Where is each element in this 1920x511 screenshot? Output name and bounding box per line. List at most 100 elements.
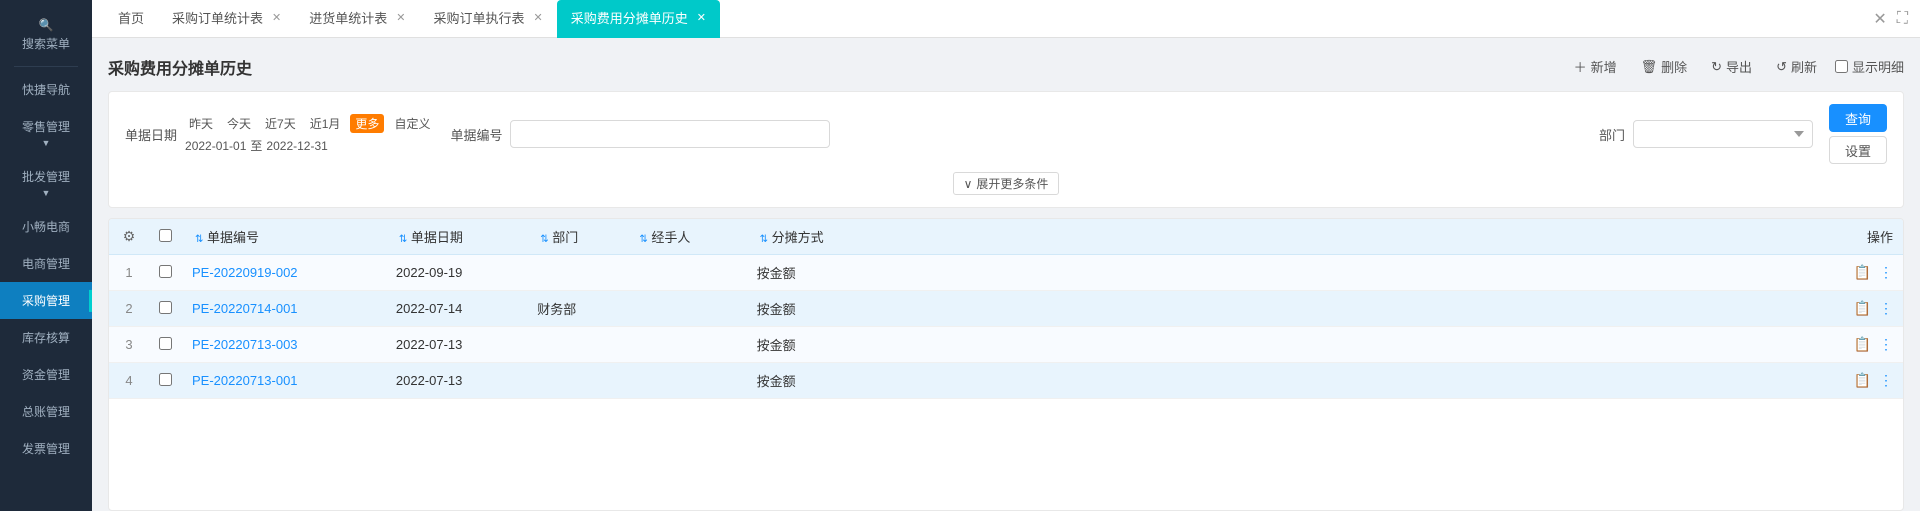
- sidebar-item-label: 零售管理: [22, 118, 70, 135]
- view-icon[interactable]: 📋: [1854, 372, 1871, 389]
- row-dept: [527, 255, 626, 291]
- shortcut-custom[interactable]: 自定义: [390, 114, 434, 133]
- row-checkbox[interactable]: [159, 337, 172, 350]
- query-button[interactable]: 查询: [1829, 104, 1887, 132]
- row-checkbox-cell: [149, 255, 182, 291]
- sidebar-item-wholesale[interactable]: 批发管理 ▼: [0, 158, 92, 208]
- tab-bar-right: ✕ ⛶: [1873, 9, 1908, 29]
- doc-num-input[interactable]: [510, 120, 830, 148]
- more-icon[interactable]: ⋮: [1879, 336, 1893, 353]
- tab-close-icon[interactable]: ✕: [272, 11, 281, 24]
- date-shortcuts: 昨天 今天 近7天 近1月 更多 自定义: [185, 114, 434, 133]
- sidebar-item-search[interactable]: 🔍 搜索菜单: [0, 8, 92, 62]
- sidebar-item-label: 采购管理: [22, 292, 70, 309]
- date-start[interactable]: 2022-01-01: [185, 139, 246, 153]
- tab-close-icon[interactable]: ✕: [396, 11, 405, 24]
- settings-button[interactable]: 设置: [1829, 136, 1887, 164]
- shortcut-1month[interactable]: 近1月: [306, 114, 345, 133]
- sidebar-item-purchase[interactable]: 采购管理: [0, 282, 92, 319]
- gear-icon[interactable]: ⚙: [123, 228, 136, 244]
- sidebar-item-ledger[interactable]: 总账管理: [0, 393, 92, 430]
- sort-icon[interactable]: ⇅: [760, 234, 768, 245]
- sort-icon[interactable]: ⇅: [540, 234, 548, 245]
- data-table: ⚙ ⇅ 单据编号 ⇅ 单据日期: [109, 219, 1903, 399]
- date-end[interactable]: 2022-12-31: [266, 139, 327, 153]
- tab-close-icon[interactable]: ✕: [697, 11, 706, 24]
- table-row: 3 PE-20220713-003 2022-07-13 按金额 📋 ⋮: [109, 327, 1903, 363]
- sort-icon[interactable]: ⇅: [195, 234, 203, 245]
- view-icon[interactable]: 📋: [1854, 264, 1871, 281]
- sidebar-item-ecom[interactable]: 电商管理: [0, 245, 92, 282]
- display-columns-toggle[interactable]: 显示明细: [1835, 57, 1904, 76]
- sidebar-item-retail[interactable]: 零售管理 ▼: [0, 108, 92, 158]
- shortcut-7days[interactable]: 近7天: [261, 114, 300, 133]
- doc-num-link[interactable]: PE-20220713-001: [192, 373, 298, 388]
- row-checkbox[interactable]: [159, 373, 172, 386]
- dept-label: 部门: [1599, 125, 1625, 144]
- sidebar-item-label: 资金管理: [22, 366, 70, 383]
- more-icon[interactable]: ⋮: [1879, 372, 1893, 389]
- search-row: 单据日期 昨天 今天 近7天 近1月 更多 自定义 2022-01-01: [125, 104, 1887, 164]
- export-label: 导出: [1726, 57, 1752, 76]
- col-checkbox: [149, 219, 182, 255]
- row-checkbox-cell: [149, 327, 182, 363]
- row-num: 2: [109, 291, 149, 327]
- tab-goods-stats[interactable]: 进货单统计表 ✕: [295, 0, 419, 38]
- date-label: 单据日期: [125, 125, 177, 144]
- close-icon[interactable]: ✕: [1873, 9, 1886, 29]
- delete-button[interactable]: 🗑 删除: [1635, 54, 1694, 79]
- tab-po-exec[interactable]: 采购订单执行表 ✕: [419, 0, 556, 38]
- row-handler: [626, 291, 746, 327]
- row-doc-num: PE-20220919-002: [182, 255, 386, 291]
- row-checkbox[interactable]: [159, 301, 172, 314]
- row-split-method: 按金额: [747, 363, 1823, 399]
- more-icon[interactable]: ⋮: [1879, 300, 1893, 317]
- shortcut-today[interactable]: 今天: [223, 114, 255, 133]
- display-columns-checkbox[interactable]: [1835, 60, 1848, 73]
- row-actions: 📋 ⋮: [1823, 327, 1903, 363]
- expand-more-button[interactable]: ∨ 展开更多条件: [953, 172, 1060, 195]
- action-icons: 📋 ⋮: [1833, 372, 1893, 389]
- sidebar-item-quick-nav[interactable]: 快捷导航: [0, 71, 92, 108]
- sidebar-item-finance[interactable]: 资金管理: [0, 356, 92, 393]
- sort-icon[interactable]: ⇅: [399, 234, 407, 245]
- sidebar-item-label: 小畅电商: [22, 218, 70, 235]
- export-button[interactable]: ↻ 导出: [1705, 54, 1758, 79]
- tab-close-icon[interactable]: ✕: [534, 11, 543, 24]
- expand-more-label: 展开更多条件: [976, 175, 1048, 192]
- doc-num-link[interactable]: PE-20220714-001: [192, 301, 298, 316]
- tab-po-stats[interactable]: 采购订单统计表 ✕: [158, 0, 295, 38]
- view-icon[interactable]: 📋: [1854, 300, 1871, 317]
- sidebar-item-label: 批发管理: [22, 168, 70, 185]
- tab-home[interactable]: 首页: [104, 0, 158, 38]
- tab-po-cost-history[interactable]: 采购费用分摊单历史 ✕: [557, 0, 720, 38]
- tab-label: 采购订单统计表: [172, 8, 263, 27]
- row-checkbox[interactable]: [159, 265, 172, 278]
- search-actions: 查询 设置: [1829, 104, 1887, 164]
- chevron-down-icon: ∨: [964, 177, 973, 191]
- row-handler: [626, 327, 746, 363]
- sidebar-item-mini-ecom[interactable]: 小畅电商: [0, 208, 92, 245]
- doc-num-link[interactable]: PE-20220713-003: [192, 337, 298, 352]
- add-button[interactable]: ＋ 新增: [1568, 54, 1623, 79]
- select-all-checkbox[interactable]: [159, 229, 172, 242]
- sidebar-item-inventory[interactable]: 库存核算: [0, 319, 92, 356]
- expand-icon[interactable]: ⛶: [1897, 10, 1908, 28]
- dept-select[interactable]: 财务部: [1633, 120, 1813, 148]
- col-handler: ⇅ 经手人: [626, 219, 746, 255]
- sort-icon[interactable]: ⇅: [639, 234, 647, 245]
- row-num: 1: [109, 255, 149, 291]
- more-icon[interactable]: ⋮: [1879, 264, 1893, 281]
- sidebar-item-label: 搜索菜单: [22, 35, 70, 52]
- sidebar-item-invoice[interactable]: 发票管理: [0, 430, 92, 467]
- row-checkbox-cell: [149, 363, 182, 399]
- chevron-down-icon: ▼: [42, 188, 51, 198]
- shortcut-yesterday[interactable]: 昨天: [185, 114, 217, 133]
- view-icon[interactable]: 📋: [1854, 336, 1871, 353]
- search-icon: 🔍: [39, 18, 54, 32]
- row-dept: 财务部: [527, 291, 626, 327]
- row-num: 3: [109, 327, 149, 363]
- shortcut-more[interactable]: 更多: [350, 114, 384, 133]
- refresh-button[interactable]: ↺ 刷新: [1770, 54, 1823, 79]
- doc-num-link[interactable]: PE-20220919-002: [192, 265, 298, 280]
